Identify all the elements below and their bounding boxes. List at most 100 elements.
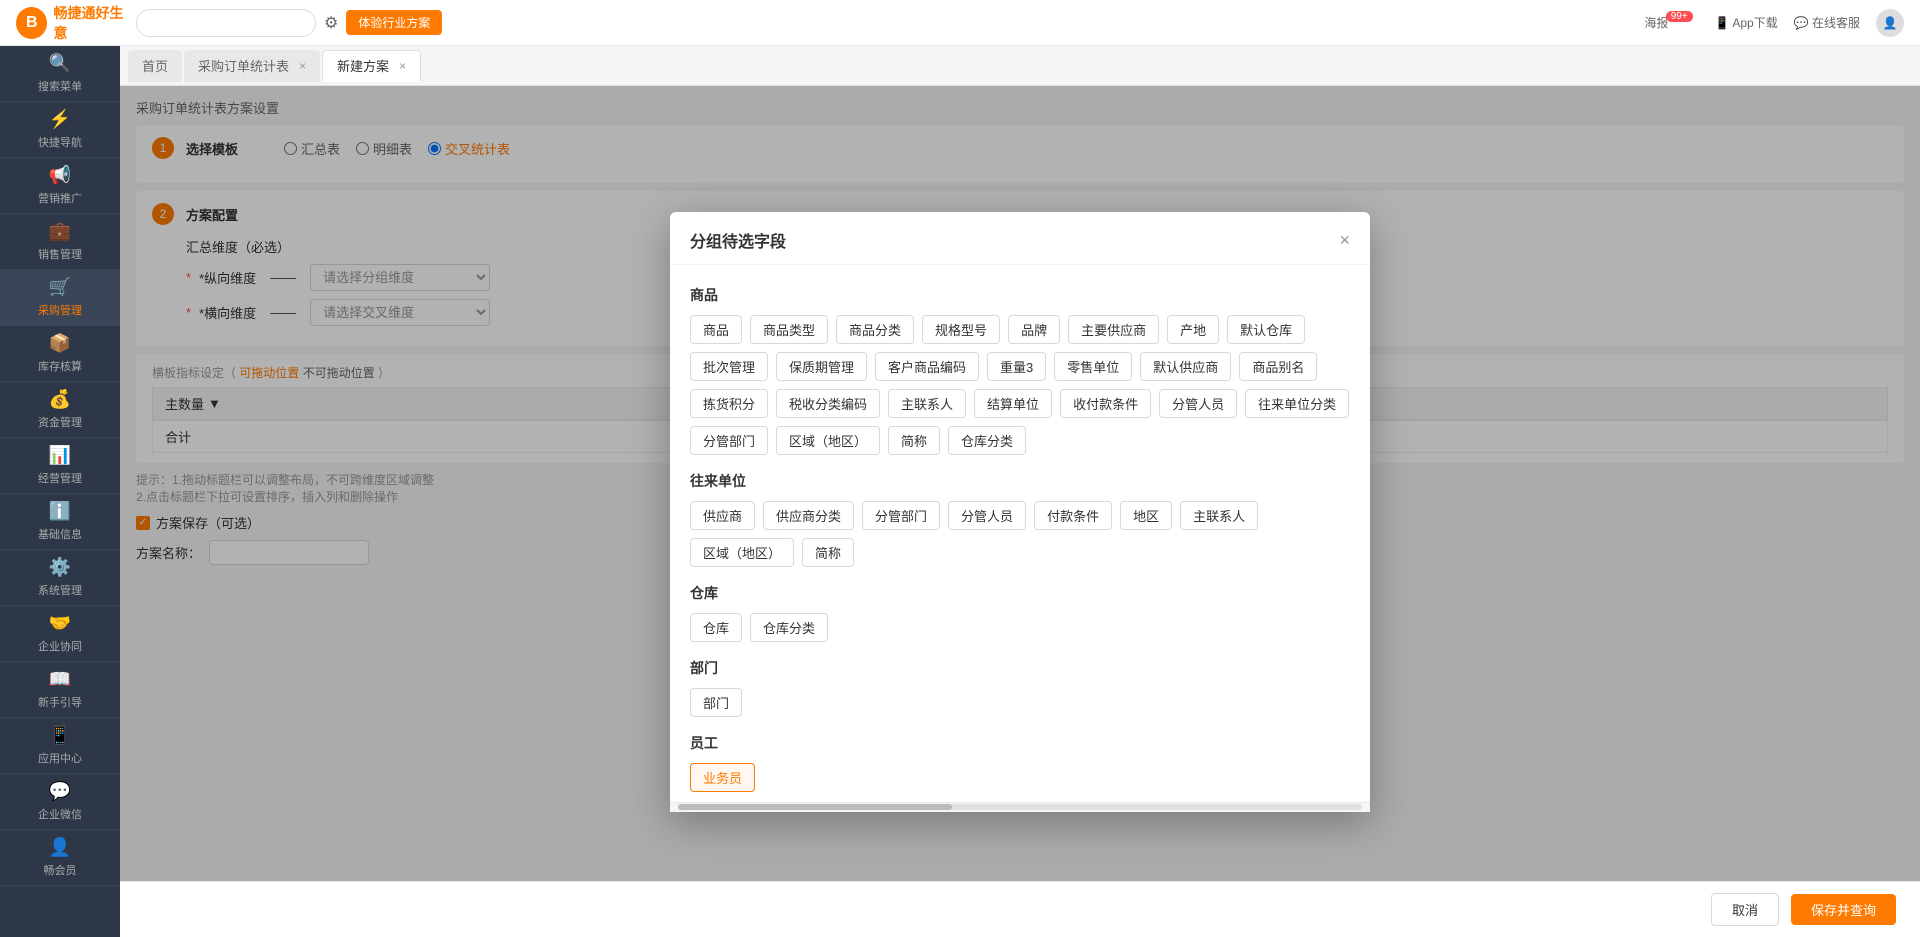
- sidebar-item-purchase[interactable]: 🛒 采购管理: [0, 270, 120, 326]
- tag-partner-0[interactable]: 供应商: [690, 501, 755, 530]
- tag-employee-0[interactable]: 业务员: [690, 763, 755, 792]
- tag-goods-4[interactable]: 品牌: [1008, 315, 1060, 344]
- sales-icon: 💼: [49, 221, 71, 242]
- sidebar-label-finance: 资金管理: [38, 414, 82, 430]
- sidebar-item-wechat[interactable]: 💬 企业微信: [0, 774, 120, 830]
- dialog-hscrollbar[interactable]: [670, 802, 1370, 812]
- sidebar-label-system: 系统管理: [38, 582, 82, 598]
- tab-bar: 首页 采购订单统计表 × 新建方案 ×: [120, 46, 1920, 86]
- tag-goods-16[interactable]: 税收分类编码: [776, 389, 880, 418]
- top-search-input[interactable]: [136, 9, 316, 37]
- logo-icon: B: [16, 7, 47, 39]
- dialog-close-button[interactable]: ×: [1339, 231, 1350, 249]
- marketing-icon: 📢: [49, 165, 71, 186]
- tag-partner-5[interactable]: 地区: [1120, 501, 1172, 530]
- dialog-body: 商品 商品 商品类型 商品分类 规格型号 品牌 主要供应商 产地 默认仓库 批次…: [670, 265, 1370, 802]
- tag-goods-11[interactable]: 重量3: [987, 352, 1046, 381]
- tag-goods-13[interactable]: 默认供应商: [1140, 352, 1231, 381]
- sidebar-item-guide[interactable]: 📖 新手引导: [0, 662, 120, 718]
- tab-home[interactable]: 首页: [128, 50, 182, 82]
- sidebar-item-basic[interactable]: ℹ️ 基础信息: [0, 494, 120, 550]
- sidebar-item-sales[interactable]: 💼 销售管理: [0, 214, 120, 270]
- tag-goods-25[interactable]: 仓库分类: [948, 426, 1026, 455]
- avatar[interactable]: 👤: [1876, 9, 1904, 37]
- trial-button[interactable]: 体验行业方案: [346, 10, 442, 35]
- tag-partner-4[interactable]: 付款条件: [1034, 501, 1112, 530]
- top-search-area: ⚙ 体验行业方案: [136, 9, 1644, 37]
- sidebar-item-operations[interactable]: 📊 经营管理: [0, 438, 120, 494]
- tag-goods-18[interactable]: 结算单位: [974, 389, 1052, 418]
- tag-goods-8[interactable]: 批次管理: [690, 352, 768, 381]
- tag-goods-1[interactable]: 商品类型: [750, 315, 828, 344]
- tag-goods-7[interactable]: 默认仓库: [1227, 315, 1305, 344]
- tag-partner-2[interactable]: 分管部门: [862, 501, 940, 530]
- sidebar-label-purchase: 采购管理: [38, 302, 82, 318]
- badge-count: 99+: [1666, 11, 1693, 22]
- tab-new-scheme-close-icon[interactable]: ×: [399, 59, 406, 73]
- tab-purchase-label: 采购订单统计表: [198, 56, 289, 75]
- notification-area[interactable]: 海报 99+: [1644, 14, 1698, 31]
- tag-warehouse-0[interactable]: 仓库: [690, 613, 742, 642]
- tag-goods-10[interactable]: 客户商品编码: [875, 352, 979, 381]
- tag-dept-0[interactable]: 部门: [690, 688, 742, 717]
- online-service-label[interactable]: 💬 在线客服: [1794, 14, 1860, 31]
- tag-goods-19[interactable]: 收付款条件: [1060, 389, 1151, 418]
- tag-goods-22[interactable]: 分管部门: [690, 426, 768, 455]
- tag-goods-9[interactable]: 保质期管理: [776, 352, 867, 381]
- tab-new-scheme-label: 新建方案: [337, 56, 389, 75]
- tag-goods-15[interactable]: 拣货积分: [690, 389, 768, 418]
- tag-goods-5[interactable]: 主要供应商: [1068, 315, 1159, 344]
- guide-icon: 📖: [49, 669, 71, 690]
- sidebar-item-marketing[interactable]: 📢 营销推广: [0, 158, 120, 214]
- sidebar-item-collab[interactable]: 🤝 企业协同: [0, 606, 120, 662]
- dialog-header: 分组待选字段 ×: [670, 212, 1370, 265]
- tab-purchase-stats[interactable]: 采购订单统计表 ×: [184, 50, 320, 82]
- tab-home-label: 首页: [142, 56, 168, 75]
- tag-goods-24[interactable]: 简称: [888, 426, 940, 455]
- cancel-button[interactable]: 取消: [1711, 893, 1779, 926]
- tag-goods-12[interactable]: 零售单位: [1054, 352, 1132, 381]
- sidebar-label-marketing: 营销推广: [38, 190, 82, 206]
- tag-partner-6[interactable]: 主联系人: [1180, 501, 1258, 530]
- tag-goods-3[interactable]: 规格型号: [922, 315, 1000, 344]
- tag-goods-20[interactable]: 分管人员: [1159, 389, 1237, 418]
- sidebar-item-search[interactable]: 🔍 搜索菜单: [0, 46, 120, 102]
- sidebar-item-inventory[interactable]: 📦 库存核算: [0, 326, 120, 382]
- settings-icon[interactable]: ⚙: [324, 13, 338, 33]
- system-icon: ⚙️: [49, 557, 71, 578]
- tag-warehouse-1[interactable]: 仓库分类: [750, 613, 828, 642]
- tag-group-dept: 部门: [690, 688, 1350, 717]
- sidebar-label-member: 畅会员: [44, 862, 77, 878]
- tag-goods-23[interactable]: 区域（地区）: [776, 426, 880, 455]
- sidebar-item-quicknav[interactable]: ⚡ 快捷导航: [0, 102, 120, 158]
- inventory-icon: 📦: [49, 333, 71, 354]
- appcenter-icon: 📱: [49, 725, 71, 746]
- tag-goods-6[interactable]: 产地: [1167, 315, 1219, 344]
- top-bar: B 畅捷通好生意 ⚙ 体验行业方案 海报 99+ 📱 App下载 💬 在线客服 …: [0, 0, 1920, 46]
- tab-new-scheme[interactable]: 新建方案 ×: [322, 50, 421, 82]
- tag-goods-21[interactable]: 往来单位分类: [1245, 389, 1349, 418]
- top-right-area: 海报 99+ 📱 App下载 💬 在线客服 👤: [1644, 9, 1904, 37]
- tag-partner-8[interactable]: 简称: [802, 538, 854, 567]
- finance-icon: 💰: [49, 389, 71, 410]
- sidebar-item-appcenter[interactable]: 📱 应用中心: [0, 718, 120, 774]
- wechat-icon: 💬: [49, 781, 71, 802]
- sidebar-item-member[interactable]: 👤 畅会员: [0, 830, 120, 886]
- tab-purchase-close-icon[interactable]: ×: [299, 59, 306, 73]
- tag-partner-7[interactable]: 区域（地区）: [690, 538, 794, 567]
- tag-goods-0[interactable]: 商品: [690, 315, 742, 344]
- tag-goods-17[interactable]: 主联系人: [888, 389, 966, 418]
- app-download-label[interactable]: 📱 App下载: [1715, 14, 1778, 31]
- tag-partner-1[interactable]: 供应商分类: [763, 501, 854, 530]
- notification-label: 海报: [1644, 16, 1668, 30]
- collab-icon: 🤝: [49, 613, 71, 634]
- sidebar-label-operations: 经营管理: [38, 470, 82, 486]
- sidebar-item-system[interactable]: ⚙️ 系统管理: [0, 550, 120, 606]
- tag-goods-14[interactable]: 商品别名: [1239, 352, 1317, 381]
- save-button[interactable]: 保存并查询: [1791, 894, 1896, 925]
- section-title-partner: 往来单位: [690, 471, 1350, 491]
- sidebar-item-finance[interactable]: 💰 资金管理: [0, 382, 120, 438]
- tag-partner-3[interactable]: 分管人员: [948, 501, 1026, 530]
- tag-goods-2[interactable]: 商品分类: [836, 315, 914, 344]
- tag-group-employee: 业务员: [690, 763, 1350, 792]
